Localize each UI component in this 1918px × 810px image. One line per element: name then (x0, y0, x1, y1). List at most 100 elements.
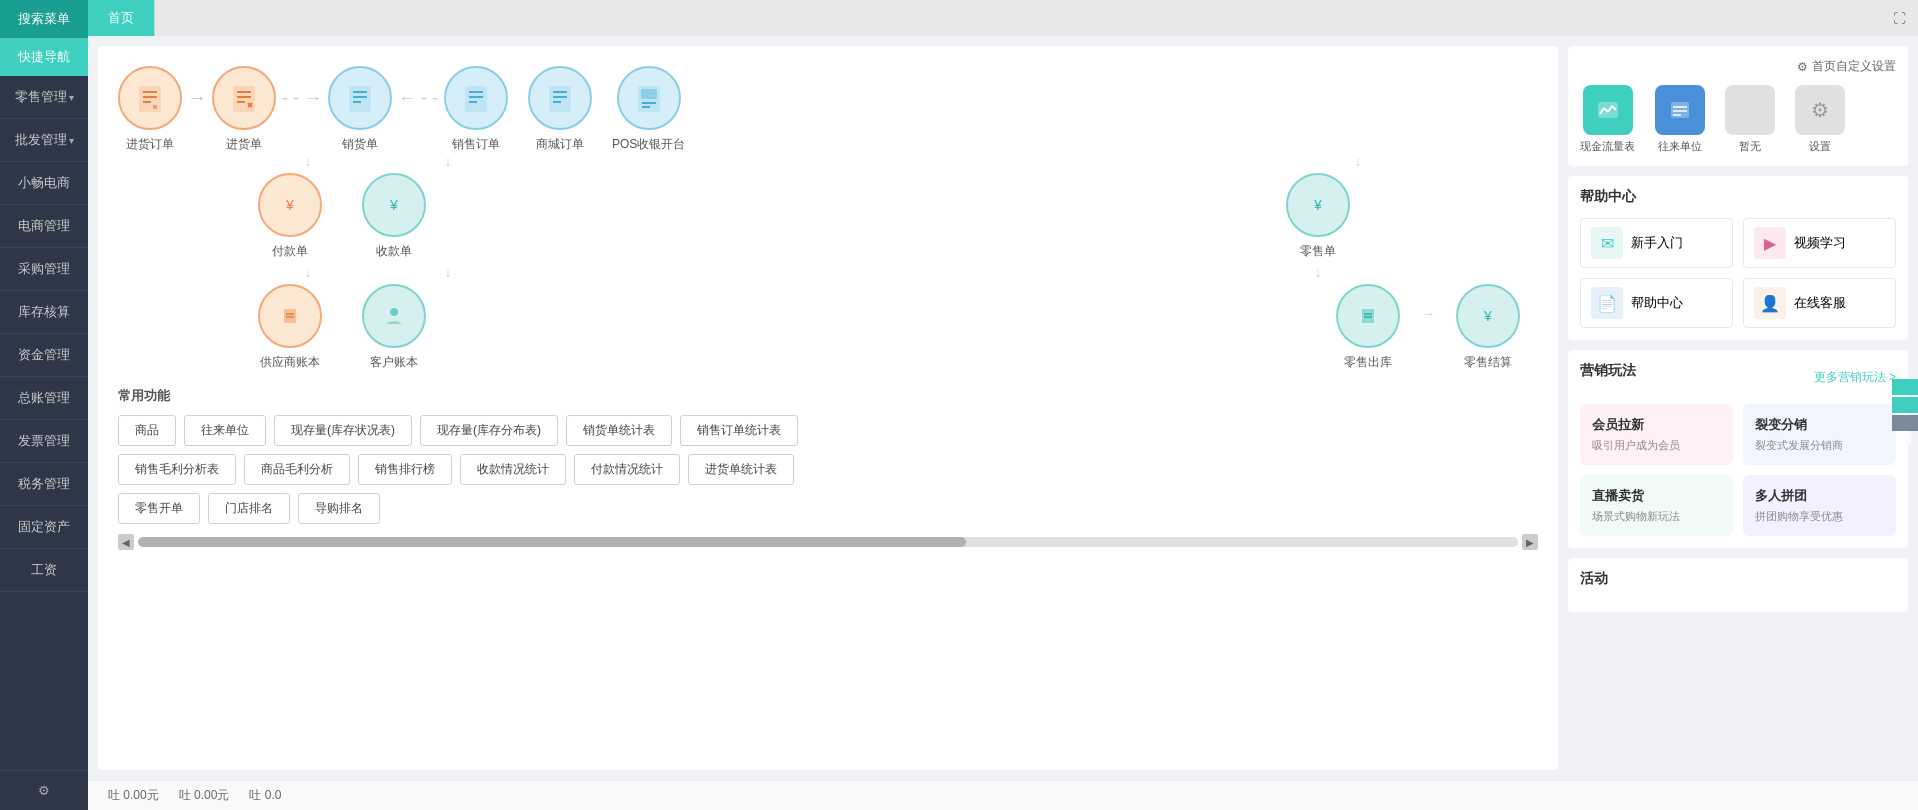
scroll-bar: ◀ ▶ (118, 534, 1538, 550)
sidebar-item-label: 发票管理 (18, 432, 70, 450)
btn-retail-order[interactable]: 零售开单 (118, 493, 200, 524)
help-title: 帮助中心 (1580, 188, 1896, 206)
svg-rect-4 (233, 86, 255, 112)
btn-sales-stat[interactable]: 销货单统计表 (566, 415, 672, 446)
btn-sales-order-stat[interactable]: 销售订单统计表 (680, 415, 798, 446)
sales-order-icon[interactable] (444, 66, 508, 130)
receipt-icon[interactable]: ¥ (362, 173, 426, 237)
gear-icon: ⚙ (38, 783, 50, 798)
sidebar-item-purchase[interactable]: 采购管理 (0, 248, 88, 291)
retail-out-icon[interactable] (1336, 284, 1400, 348)
sales-icon[interactable] (328, 66, 392, 130)
btn-sales-rank[interactable]: 销售排行榜 (358, 454, 452, 485)
quick-icon-settings[interactable]: ⚙ 设置 (1795, 85, 1845, 154)
sidebar-item-ledger[interactable]: 总账管理 (0, 377, 88, 420)
sidebar-item-ecom-mgmt[interactable]: 电商管理 (0, 205, 88, 248)
marketing-item-member[interactable]: 会员拉新 吸引用户成为会员 (1580, 404, 1733, 465)
btn-goods-margin[interactable]: 商品毛利分析 (244, 454, 350, 485)
play-icon: ▶ (1754, 227, 1786, 259)
receipt-label: 收款单 (376, 243, 412, 260)
sidebar-item-assets[interactable]: 固定资产 (0, 506, 88, 549)
btn-purchase-stat[interactable]: 进货单统计表 (688, 454, 794, 485)
live-title: 直播卖货 (1592, 487, 1721, 505)
marketing-item-group[interactable]: 多人拼团 拼团购物享受优惠 (1743, 475, 1896, 536)
sidebar-item-inventory[interactable]: 库存核算 (0, 291, 88, 334)
gear-icon-small: ⚙ (1797, 60, 1808, 74)
sidebar-item-ecom-small[interactable]: 小畅电商 (0, 162, 88, 205)
marketing-title: 营销玩法 (1580, 362, 1636, 380)
sidebar-item-wholesale[interactable]: 批发管理 ▾ (0, 119, 88, 162)
sidebar-item-label: 电商管理 (18, 217, 70, 235)
btn-stock-dist[interactable]: 现存量(库存分布表) (420, 415, 558, 446)
quick-access-section: ⚙ 首页自定义设置 (1568, 46, 1908, 166)
marketing-section: 营销玩法 更多营销玩法 > 会员拉新 吸引用户成为会员 裂变分销 裂变式发展分销… (1568, 350, 1908, 548)
sidebar-settings-button[interactable]: ⚙ (0, 770, 88, 810)
none-icon (1725, 85, 1775, 135)
payment-icon[interactable]: ¥ (258, 173, 322, 237)
help-item-help[interactable]: 📄 帮助中心 (1580, 278, 1733, 328)
float-btn-desktop[interactable]: 桌面快捷 (1892, 415, 1918, 431)
scroll-right-button[interactable]: ▶ (1522, 534, 1538, 550)
sidebar-item-tax[interactable]: 税务管理 (0, 463, 88, 506)
flow-row-1: 进货订单 → (118, 66, 1538, 153)
sidebar-item-salary[interactable]: 工资 (0, 549, 88, 592)
quick-icon-partners[interactable]: 往来单位 (1655, 85, 1705, 154)
sidebar-item-finance[interactable]: 资金管理 (0, 334, 88, 377)
purchase-label: 进货单 (226, 136, 262, 153)
bottom-bar: 吐 0.00元 吐 0.00元 吐 0.0 (88, 780, 1918, 810)
help-item-video[interactable]: ▶ 视频学习 (1743, 218, 1896, 268)
customer-account-icon[interactable] (362, 284, 426, 348)
expand-button[interactable]: ⛶ (1881, 0, 1918, 36)
v-arr-receipt: ↓ (398, 264, 498, 280)
content-area: 进货订单 → (88, 36, 1918, 780)
customize-label[interactable]: 首页自定义设置 (1812, 58, 1896, 75)
sidebar-item-retail[interactable]: 零售管理 ▾ (0, 76, 88, 119)
sidebar: 搜索菜单 快捷导航 零售管理 ▾ 批发管理 ▾ 小畅电商 电商管理 采购管理 库… (0, 0, 88, 810)
btn-goods[interactable]: 商品 (118, 415, 176, 446)
activity-section: 活动 (1568, 558, 1908, 612)
sidebar-search-button[interactable]: 搜索菜单 (0, 0, 88, 38)
partners-label: 往来单位 (1658, 139, 1702, 154)
btn-store-rank[interactable]: 门店排名 (208, 493, 290, 524)
node-customer-account: 客户账本 (362, 284, 426, 371)
btn-partners[interactable]: 往来单位 (184, 415, 266, 446)
more-marketing-link[interactable]: 更多营销玩法 > (1814, 369, 1896, 386)
cashflow-label: 现金流量表 (1580, 139, 1635, 154)
pos-icon[interactable] (617, 66, 681, 130)
flow-diagram: 进货订单 → (118, 66, 1538, 371)
retail-order-icon[interactable]: ¥ (1286, 173, 1350, 237)
help-item-beginner[interactable]: ✉ 新手入门 (1580, 218, 1733, 268)
mall-order-icon[interactable] (528, 66, 592, 130)
sidebar-item-label: 税务管理 (18, 475, 70, 493)
person-icon: 👤 (1754, 287, 1786, 319)
btn-sales-margin[interactable]: 销售毛利分析表 (118, 454, 236, 485)
svg-rect-0 (139, 86, 161, 112)
sidebar-item-label: 小畅电商 (18, 174, 70, 192)
btn-receipt-stat[interactable]: 收款情况统计 (460, 454, 566, 485)
retail-settle-icon[interactable]: ¥ (1456, 284, 1520, 348)
btn-payment-stat[interactable]: 付款情况统计 (574, 454, 680, 485)
marketing-item-live[interactable]: 直播卖货 场景式购物新玩法 (1580, 475, 1733, 536)
marketing-item-fission[interactable]: 裂变分销 裂变式发展分销商 (1743, 404, 1896, 465)
float-btn-community[interactable]: 服务社区 (1892, 397, 1918, 413)
sidebar-item-label: 采购管理 (18, 260, 70, 278)
supplier-account-icon[interactable] (258, 284, 322, 348)
quick-icon-cashflow[interactable]: 现金流量表 (1580, 85, 1635, 154)
scroll-left-button[interactable]: ◀ (118, 534, 134, 550)
svg-text:¥: ¥ (1313, 197, 1322, 213)
sidebar-item-invoice[interactable]: 发票管理 (0, 420, 88, 463)
quick-icon-none[interactable]: 暂无 (1725, 85, 1775, 154)
sidebar-item-label: 批发管理 (15, 131, 67, 149)
purchase-icon[interactable] (212, 66, 276, 130)
help-item-service[interactable]: 👤 在线客服 (1743, 278, 1896, 328)
btn-guide-rank[interactable]: 导购排名 (298, 493, 380, 524)
purchase-order-icon[interactable] (118, 66, 182, 130)
tab-home[interactable]: 首页 (88, 0, 155, 36)
marketing-grid: 会员拉新 吸引用户成为会员 裂变分销 裂变式发展分销商 直播卖货 场景式购物新玩… (1580, 404, 1896, 536)
scroll-track[interactable] (138, 537, 1518, 547)
float-btn-service[interactable]: 客服热线 (1892, 379, 1918, 395)
v-arrow-purchase (118, 153, 218, 169)
func-grid-row2: 销售毛利分析表 商品毛利分析 销售排行榜 收款情况统计 付款情况统计 进货单统计… (118, 454, 1538, 485)
btn-stock-status[interactable]: 现存量(库存状况表) (274, 415, 412, 446)
activity-title: 活动 (1580, 570, 1896, 588)
